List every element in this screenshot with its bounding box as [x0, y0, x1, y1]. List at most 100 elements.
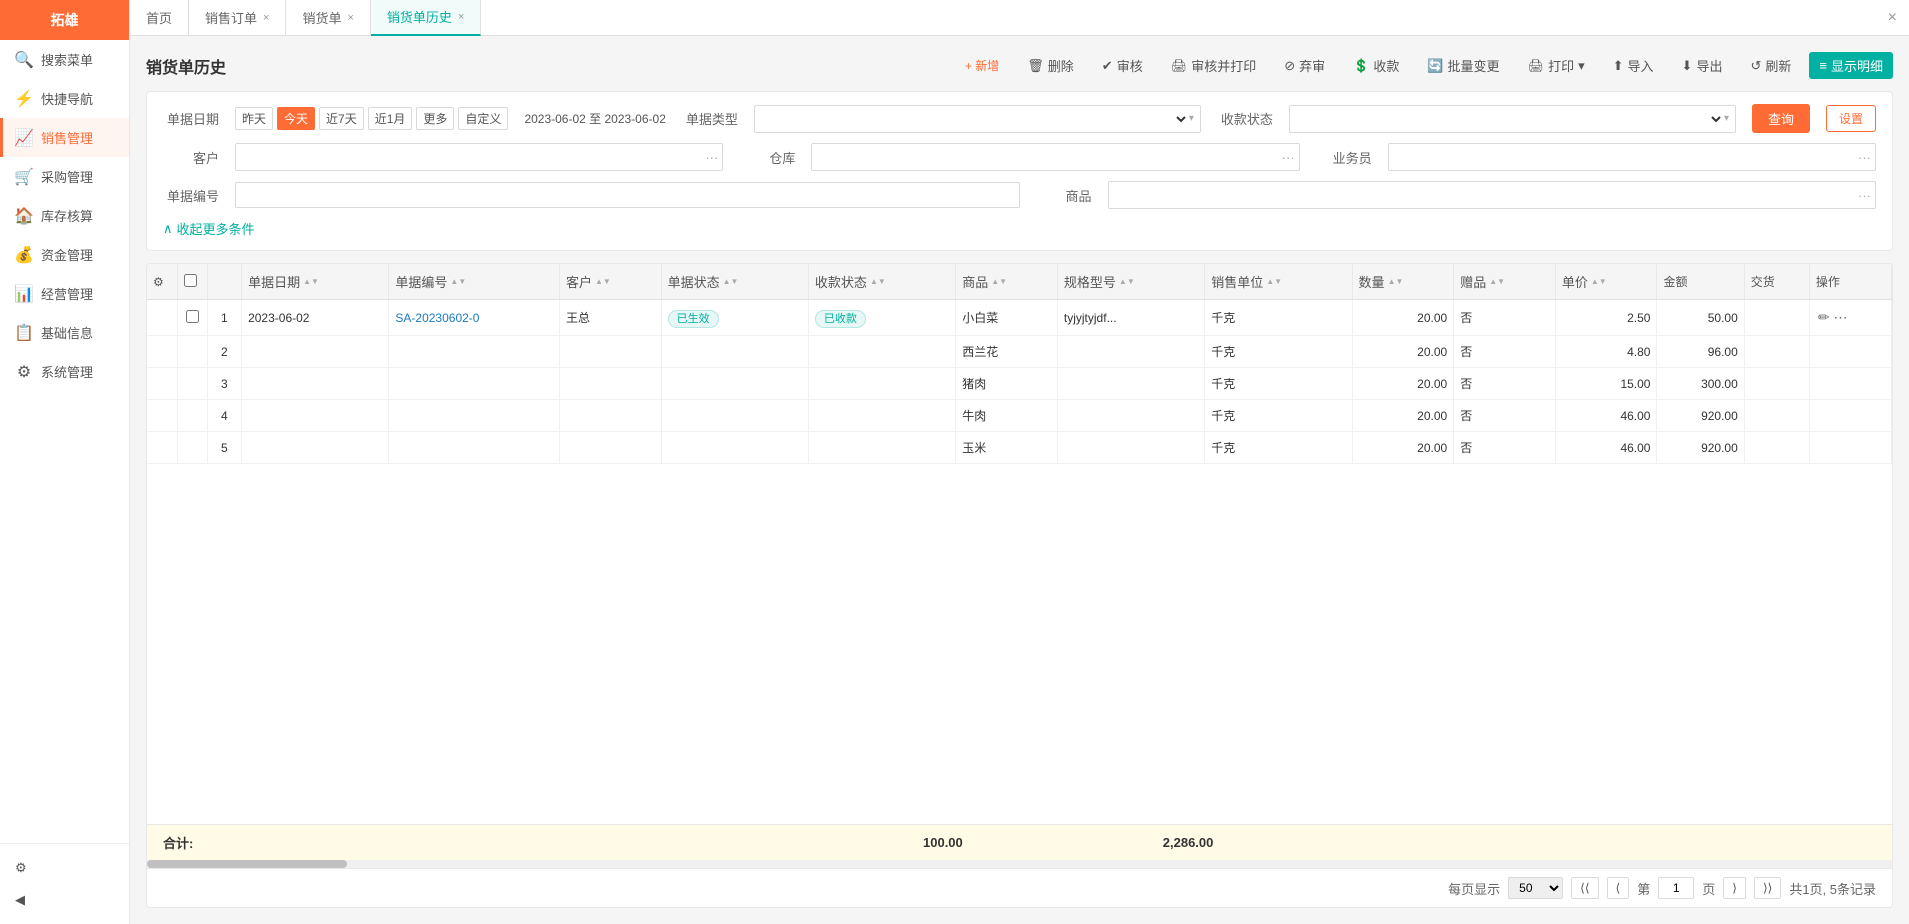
table-scroll-area[interactable]: ⚙ 单据日期▲▼ 单据编号▲▼ 客户▲▼ 单据状态▲▼ 收款状态▲▼ 商品▲▼ … — [147, 264, 1892, 824]
th-customer[interactable]: 客户▲▼ — [559, 264, 661, 300]
date-btn-custom[interactable]: 自定义 — [458, 107, 508, 130]
td-checkbox[interactable] — [177, 400, 207, 432]
th-goods[interactable]: 商品▲▼ — [956, 264, 1058, 300]
td-checkbox[interactable] — [177, 432, 207, 464]
date-btn-more[interactable]: 更多 — [416, 107, 454, 130]
sidebar-item-sales-mgmt[interactable]: 📈 销售管理 — [0, 118, 129, 157]
new-button[interactable]: + 新增 — [955, 53, 1009, 78]
th-doc-date[interactable]: 单据日期▲▼ — [242, 264, 389, 300]
sidebar-item-fund-mgmt[interactable]: 💰 资金管理 — [0, 235, 129, 274]
td-row-num: 4 — [207, 400, 242, 432]
salesperson-ellipsis-button[interactable]: ··· — [1854, 150, 1875, 165]
window-close-button[interactable]: × — [1876, 9, 1909, 27]
th-doc-status[interactable]: 单据状态▲▼ — [661, 264, 808, 300]
more-action-button[interactable]: ⋯ — [1832, 307, 1850, 328]
import-button[interactable]: ⬆ 导入 — [1603, 52, 1664, 79]
sidebar-item-quick-nav[interactable]: ⚡ 快捷导航 — [0, 79, 129, 118]
collect-button[interactable]: 💲 收款 — [1343, 52, 1409, 79]
th-collect-status[interactable]: 收款状态▲▼ — [808, 264, 955, 300]
sales-icon: 📈 — [15, 129, 33, 147]
sidebar-item-label: 基础信息 — [41, 323, 93, 342]
customer-input[interactable] — [236, 144, 701, 170]
filter-row-1: 单据日期 昨天 今天 近7天 近1月 更多 自定义 2023-06-02 至 2… — [163, 104, 1876, 133]
import-icon: ⬆ — [1613, 58, 1624, 74]
th-spec-type[interactable]: 规格型号▲▼ — [1057, 264, 1204, 300]
audit-button[interactable]: ✔ 审核 — [1092, 52, 1153, 79]
total-label: 合计: — [163, 833, 223, 852]
th-gift[interactable]: 赠品▲▼ — [1454, 264, 1556, 300]
page-first-button[interactable]: ⟨⟨ — [1571, 877, 1598, 899]
sidebar-item-ops-mgmt[interactable]: 📊 经营管理 — [0, 274, 129, 313]
page-next-button[interactable]: ⟩ — [1723, 877, 1746, 899]
abandon-button[interactable]: ⊘ 弃审 — [1274, 52, 1335, 79]
tab-sales-delivery-close[interactable]: × — [347, 12, 353, 24]
per-page-select[interactable]: 50 100 — [1508, 877, 1563, 899]
edit-action-button[interactable]: ✏ — [1816, 307, 1832, 328]
doc-type-select[interactable] — [755, 106, 1189, 132]
print-button[interactable]: 🖨 打印 ▾ — [1518, 52, 1595, 79]
fund-icon: 💰 — [15, 246, 33, 264]
tab-sales-history-close[interactable]: × — [458, 11, 464, 23]
td-doc-no — [389, 432, 560, 464]
sidebar-item-basic-info[interactable]: 📋 基础信息 — [0, 313, 129, 352]
tab-sales-delivery[interactable]: 销货单 × — [286, 0, 370, 36]
tab-sales-order[interactable]: 销售订单 × — [189, 0, 286, 36]
table-row: 5 玉米 千克 20.00 否 46.00 920.00 — [147, 432, 1892, 464]
tab-sales-history[interactable]: 销货单历史 × — [371, 0, 481, 36]
tab-sales-order-close[interactable]: × — [263, 12, 269, 24]
th-doc-no[interactable]: 单据编号▲▼ — [389, 264, 560, 300]
delete-button[interactable]: 🗑 删除 — [1017, 52, 1084, 79]
page-prev-button[interactable]: ⟨ — [1607, 877, 1630, 899]
td-doc-no[interactable]: SA-20230602-0 — [389, 300, 560, 336]
export-label: 导出 — [1696, 56, 1722, 75]
warehouse-input[interactable] — [812, 144, 1277, 170]
sidebar-item-label: 搜索菜单 — [41, 50, 93, 69]
td-checkbox[interactable] — [177, 300, 207, 336]
display-detail-button[interactable]: ≡ 显示明细 — [1809, 52, 1893, 79]
sidebar-item-purchase-mgmt[interactable]: 🛒 采购管理 — [0, 157, 129, 196]
collect-status-select[interactable] — [1290, 106, 1724, 132]
th-qty[interactable]: 数量▲▼ — [1352, 264, 1454, 300]
salesperson-input[interactable] — [1389, 144, 1854, 170]
page-number-input[interactable] — [1658, 877, 1694, 899]
td-checkbox[interactable] — [177, 336, 207, 368]
customer-ellipsis-button[interactable]: ··· — [701, 150, 722, 165]
th-unit-price[interactable]: 单价▲▼ — [1555, 264, 1657, 300]
total-qty: 100.00 — [923, 835, 963, 850]
date-btn-today[interactable]: 今天 — [277, 107, 315, 130]
sidebar-item-collapse[interactable]: ◀ — [0, 884, 129, 916]
refresh-button[interactable]: ↺ 刷新 — [1740, 52, 1801, 79]
th-checkbox[interactable] — [177, 264, 207, 300]
th-sales-unit[interactable]: 销售单位▲▼ — [1205, 264, 1352, 300]
warehouse-input-wrapper: ··· — [811, 143, 1299, 171]
collapse-button[interactable]: ∧ 收起更多条件 — [163, 219, 1876, 238]
audit-print-button[interactable]: 🖨 审核并打印 — [1161, 52, 1267, 79]
audit-print-icon: 🖨 — [1171, 58, 1188, 74]
page-last-button[interactable]: ⟩⟩ — [1754, 877, 1781, 899]
horizontal-scrollbar[interactable] — [147, 860, 1892, 868]
goods-ellipsis-button[interactable]: ··· — [1854, 188, 1875, 203]
sidebar-item-inventory-calc[interactable]: 🏠 库存核算 — [0, 196, 129, 235]
th-settings[interactable]: ⚙ — [147, 264, 177, 300]
query-button[interactable]: 查询 — [1752, 104, 1810, 133]
scrollbar-thumb[interactable] — [147, 860, 347, 868]
export-button[interactable]: ⬇ 导出 — [1672, 52, 1733, 79]
sidebar-item-label: 经营管理 — [41, 284, 93, 303]
th-index — [207, 264, 242, 300]
select-all-checkbox[interactable] — [184, 274, 197, 287]
settings-button[interactable]: 设置 — [1826, 105, 1876, 132]
date-btn-1month[interactable]: 近1月 — [368, 107, 413, 130]
warehouse-ellipsis-button[interactable]: ··· — [1278, 150, 1299, 165]
batch-change-button[interactable]: 🔄 批量变更 — [1417, 52, 1509, 79]
date-btn-yesterday[interactable]: 昨天 — [235, 107, 273, 130]
page-content: 销货单历史 + 新增 🗑 删除 ✔ 审核 🖨 审核并打印 ⊘ 弃审 — [130, 36, 1909, 924]
td-checkbox[interactable] — [177, 368, 207, 400]
row-checkbox[interactable] — [186, 310, 199, 323]
sidebar-item-search-menu[interactable]: 🔍 搜索菜单 — [0, 40, 129, 79]
date-btn-7days[interactable]: 近7天 — [319, 107, 364, 130]
sidebar-item-settings-bottom[interactable]: ⚙ — [0, 852, 129, 884]
doc-no-input[interactable] — [235, 182, 1020, 208]
sidebar-item-sys-mgmt[interactable]: ⚙ 系统管理 — [0, 352, 129, 391]
goods-input[interactable] — [1109, 182, 1855, 208]
tab-home[interactable]: 首页 — [130, 0, 189, 36]
